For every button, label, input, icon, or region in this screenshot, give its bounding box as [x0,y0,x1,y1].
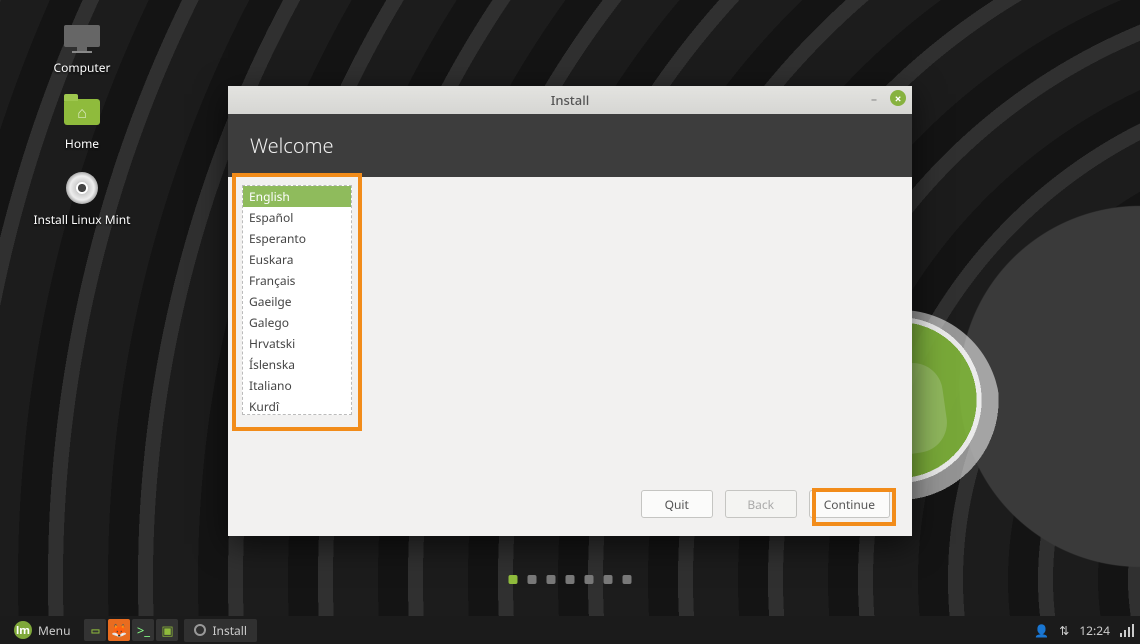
firefox-icon: 🦊 [111,621,127,639]
folder-home-icon [64,99,100,125]
menu-button[interactable]: lm Menu [6,618,78,642]
slideshow-dot[interactable] [585,575,594,584]
folder-icon: ▣ [161,621,173,639]
slideshow-dot[interactable] [623,575,632,584]
task-label: Install [212,622,247,639]
slideshow-dot[interactable] [509,575,518,584]
monitor-icon [64,25,100,47]
desktop-icon-home[interactable]: Home [22,94,142,152]
highlight-languages [232,173,362,431]
slideshow-dot[interactable] [566,575,575,584]
desktop-icon-label: Computer [54,59,111,76]
close-icon: × [895,90,902,107]
slideshow-dots [509,575,632,584]
files-launcher[interactable]: ▣ [156,619,178,641]
show-desktop-button[interactable]: ▭ [84,619,106,641]
mint-logo-icon: lm [14,621,32,639]
network-icon[interactable]: ⇅ [1059,622,1069,639]
highlight-continue [812,488,896,526]
back-button[interactable]: Back [725,490,797,518]
taskbar: lm Menu ▭ 🦊 >_ ▣ Install 👤 ⇅ 12:24 [0,616,1140,644]
volume-icon[interactable] [1120,624,1134,637]
tray-clock[interactable]: 12:24 [1079,622,1110,639]
install-window: Install – × Welcome EnglishEspañolEspera… [228,86,912,536]
desktop-icon-install[interactable]: Install Linux Mint [22,170,142,228]
desktop-icons: Computer Home Install Linux Mint [22,18,142,246]
quit-button[interactable]: Quit [641,490,713,518]
desktop-icon-computer[interactable]: Computer [22,18,142,76]
window-titlebar[interactable]: Install – × [228,86,912,114]
window-title: Install [551,91,590,109]
window-close-button[interactable]: × [890,90,906,106]
terminal-icon: >_ [137,621,150,639]
desktop-icon-label: Home [65,135,99,152]
installer-heading: Welcome [228,114,912,177]
installer-content: EnglishEspañolEsperantoEuskaraFrançaisGa… [228,177,912,536]
user-icon[interactable]: 👤 [1034,622,1049,639]
window-minimize-button[interactable]: – [866,90,882,106]
slideshow-dot[interactable] [604,575,613,584]
terminal-launcher[interactable]: >_ [132,619,154,641]
firefox-launcher[interactable]: 🦊 [108,619,130,641]
task-app-icon [194,624,206,636]
desktop-icon-label: Install Linux Mint [33,211,130,228]
taskbar-task-install[interactable]: Install [184,619,257,642]
disc-icon [66,172,98,204]
slideshow-dot[interactable] [547,575,556,584]
slideshow-dot[interactable] [528,575,537,584]
system-tray: 👤 ⇅ 12:24 [1034,622,1134,639]
menu-label: Menu [38,622,70,639]
